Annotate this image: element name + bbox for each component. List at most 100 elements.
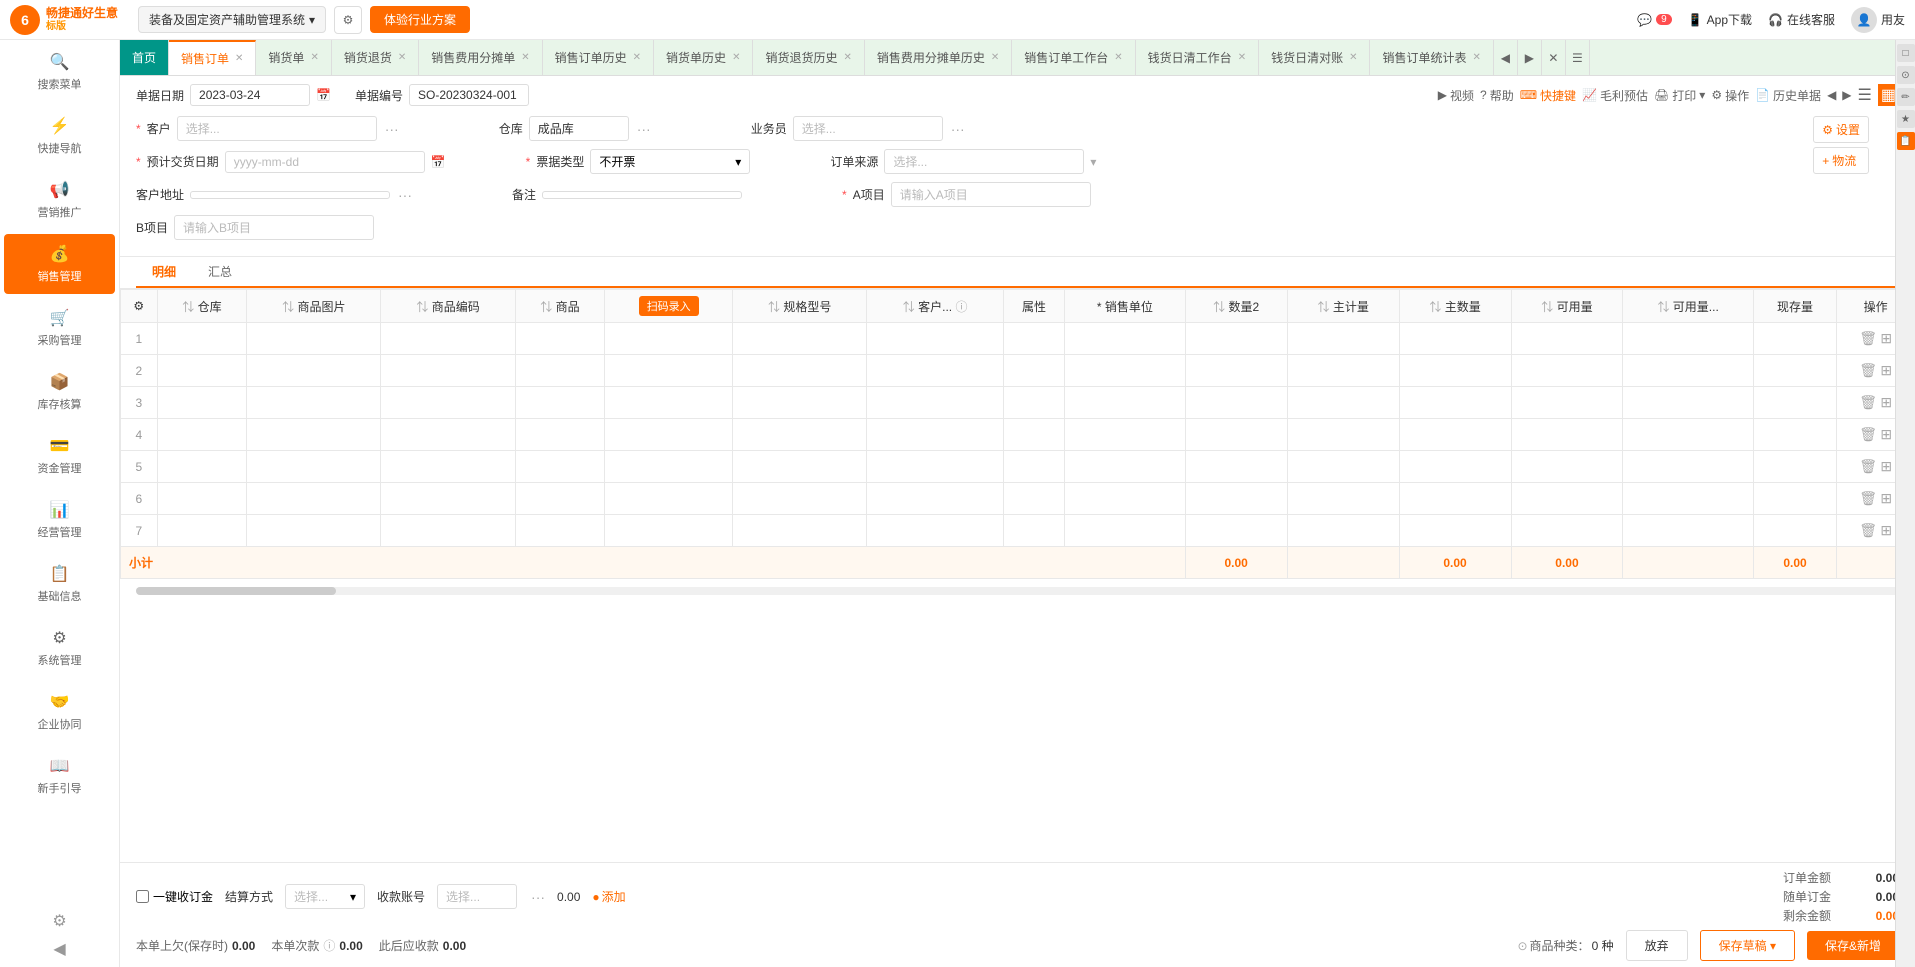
- tab-sales-order[interactable]: 销售订单 ✕: [169, 40, 256, 76]
- row-main-qty[interactable]: [1399, 483, 1511, 515]
- row-available-more[interactable]: [1623, 419, 1753, 451]
- copy-row-icon[interactable]: ⊞: [1880, 330, 1892, 346]
- app-download-button[interactable]: 📱 App下载: [1688, 11, 1752, 28]
- delete-row-icon[interactable]: 🗑: [1859, 426, 1877, 442]
- delete-row-icon[interactable]: 🗑: [1859, 394, 1877, 410]
- row-main-unit[interactable]: [1287, 451, 1399, 483]
- row-spec[interactable]: [733, 419, 867, 451]
- row-product-code[interactable]: [381, 515, 515, 547]
- calendar-icon-2[interactable]: 📅: [431, 155, 446, 169]
- sidebar-item-purchase[interactable]: 🛒 采购管理: [4, 298, 115, 358]
- tab-close-icon[interactable]: ✕: [310, 52, 318, 63]
- row-scan[interactable]: [605, 419, 733, 451]
- horizontal-scrollbar[interactable]: [120, 579, 1915, 603]
- salesman-input[interactable]: 选择...: [793, 116, 943, 141]
- copy-row-icon[interactable]: ⊞: [1880, 394, 1892, 410]
- row-spec[interactable]: [733, 355, 867, 387]
- remarks-input[interactable]: [542, 191, 742, 199]
- row-product-code[interactable]: [381, 419, 515, 451]
- row-product-code[interactable]: [381, 483, 515, 515]
- sidebar-item-finance[interactable]: 💳 资金管理: [4, 426, 115, 486]
- row-qty2[interactable]: [1185, 355, 1287, 387]
- tab-close-icon[interactable]: ✕: [1473, 52, 1481, 63]
- row-main-unit[interactable]: [1287, 387, 1399, 419]
- row-spec[interactable]: [733, 515, 867, 547]
- sidebar-item-system[interactable]: ⚙ 系统管理: [4, 618, 115, 678]
- tab-detail[interactable]: 明细: [136, 257, 192, 288]
- quick-confirm-checkbox[interactable]: 一键收订金: [136, 888, 213, 905]
- delivery-date-input[interactable]: yyyy-mm-dd: [225, 151, 425, 173]
- row-available-qty[interactable]: [1511, 387, 1623, 419]
- tab-close-icon[interactable]: ✕: [732, 52, 740, 63]
- row-available-qty[interactable]: [1511, 451, 1623, 483]
- row-product-image[interactable]: [247, 451, 381, 483]
- row-stock-qty[interactable]: [1753, 483, 1836, 515]
- row-product[interactable]: [515, 355, 605, 387]
- row-warehouse[interactable]: [157, 419, 247, 451]
- row-product-image[interactable]: [247, 387, 381, 419]
- prev-doc-icon[interactable]: ◀: [1827, 88, 1836, 102]
- collapse-sidebar-icon[interactable]: ◀: [53, 939, 65, 959]
- row-qty2[interactable]: [1185, 419, 1287, 451]
- customer-address-more-btn[interactable]: ···: [398, 187, 412, 203]
- profit-estimate-btn[interactable]: 📈 毛利预估: [1582, 87, 1648, 104]
- right-icon-5[interactable]: 📋: [1897, 132, 1915, 150]
- row-attributes[interactable]: [1003, 483, 1064, 515]
- row-scan[interactable]: [605, 323, 733, 355]
- row-stock-qty[interactable]: [1753, 419, 1836, 451]
- row-stock-qty[interactable]: [1753, 323, 1836, 355]
- tab-close-all-btn[interactable]: ✕: [1542, 40, 1566, 76]
- row-spec[interactable]: [733, 483, 867, 515]
- row-main-qty[interactable]: [1399, 355, 1511, 387]
- sidebar-item-search[interactable]: 🔍 搜索菜单: [4, 42, 115, 102]
- row-product-image[interactable]: [247, 483, 381, 515]
- row-product[interactable]: [515, 387, 605, 419]
- tab-goods-history[interactable]: 销货单历史 ✕: [654, 40, 753, 76]
- tab-sales-goods[interactable]: 销货单 ✕: [256, 40, 331, 76]
- row-main-qty[interactable]: [1399, 515, 1511, 547]
- row-main-unit[interactable]: [1287, 323, 1399, 355]
- row-customer-ref[interactable]: [867, 515, 1004, 547]
- sidebar-item-sales[interactable]: 💰 销售管理: [4, 234, 115, 294]
- row-scan[interactable]: [605, 451, 733, 483]
- copy-row-icon[interactable]: ⊞: [1880, 490, 1892, 506]
- shortcut-btn[interactable]: ⌨ 快捷键: [1520, 87, 1576, 104]
- row-scan[interactable]: [605, 387, 733, 419]
- order-source-input[interactable]: 选择...: [884, 149, 1084, 174]
- tab-close-icon[interactable]: ✕: [235, 53, 243, 64]
- scan-button[interactable]: 扫码录入: [639, 296, 699, 316]
- row-product[interactable]: [515, 451, 605, 483]
- tab-return-history[interactable]: 销货退货历史 ✕: [753, 40, 864, 76]
- sidebar-item-base-info[interactable]: 📋 基础信息: [4, 554, 115, 614]
- tab-close-icon[interactable]: ✕: [521, 52, 529, 63]
- row-sales-unit[interactable]: [1065, 451, 1186, 483]
- tab-prev-btn[interactable]: ◀: [1494, 40, 1518, 76]
- warehouse-more-btn[interactable]: ···: [637, 121, 651, 137]
- copy-row-icon[interactable]: ⊞: [1880, 458, 1892, 474]
- tab-sales-expense[interactable]: 销售费用分摊单 ✕: [419, 40, 542, 76]
- settings-button[interactable]: ⚙ 设置: [1813, 116, 1869, 143]
- row-available-more[interactable]: [1623, 323, 1753, 355]
- row-product-image[interactable]: [247, 515, 381, 547]
- salesman-more-btn[interactable]: ···: [951, 121, 965, 137]
- tab-sales-statistics[interactable]: 销售订单统计表 ✕: [1370, 40, 1493, 76]
- row-stock-qty[interactable]: [1753, 387, 1836, 419]
- system-title[interactable]: 装备及固定资产辅助管理系统 ▾: [138, 6, 326, 33]
- customer-address-input[interactable]: [190, 191, 390, 199]
- video-btn[interactable]: ▶ 视频: [1438, 87, 1474, 104]
- history-doc-btn[interactable]: 📄 历史单据: [1755, 87, 1821, 104]
- tab-close-icon[interactable]: ✕: [1238, 52, 1246, 63]
- tab-close-icon[interactable]: ✕: [633, 52, 641, 63]
- row-customer-ref[interactable]: [867, 483, 1004, 515]
- row-main-qty[interactable]: [1399, 387, 1511, 419]
- tab-close-icon[interactable]: ✕: [1349, 52, 1357, 63]
- online-service-button[interactable]: 🎧 在线客服: [1768, 11, 1835, 28]
- row-available-more[interactable]: [1623, 355, 1753, 387]
- row-warehouse[interactable]: [157, 355, 247, 387]
- single-no-input[interactable]: SO-20230324-001: [409, 84, 529, 106]
- tab-close-icon[interactable]: ✕: [398, 52, 406, 63]
- tab-sales-return[interactable]: 销货退货 ✕: [332, 40, 419, 76]
- row-available-more[interactable]: [1623, 515, 1753, 547]
- row-available-more[interactable]: [1623, 387, 1753, 419]
- row-main-unit[interactable]: [1287, 419, 1399, 451]
